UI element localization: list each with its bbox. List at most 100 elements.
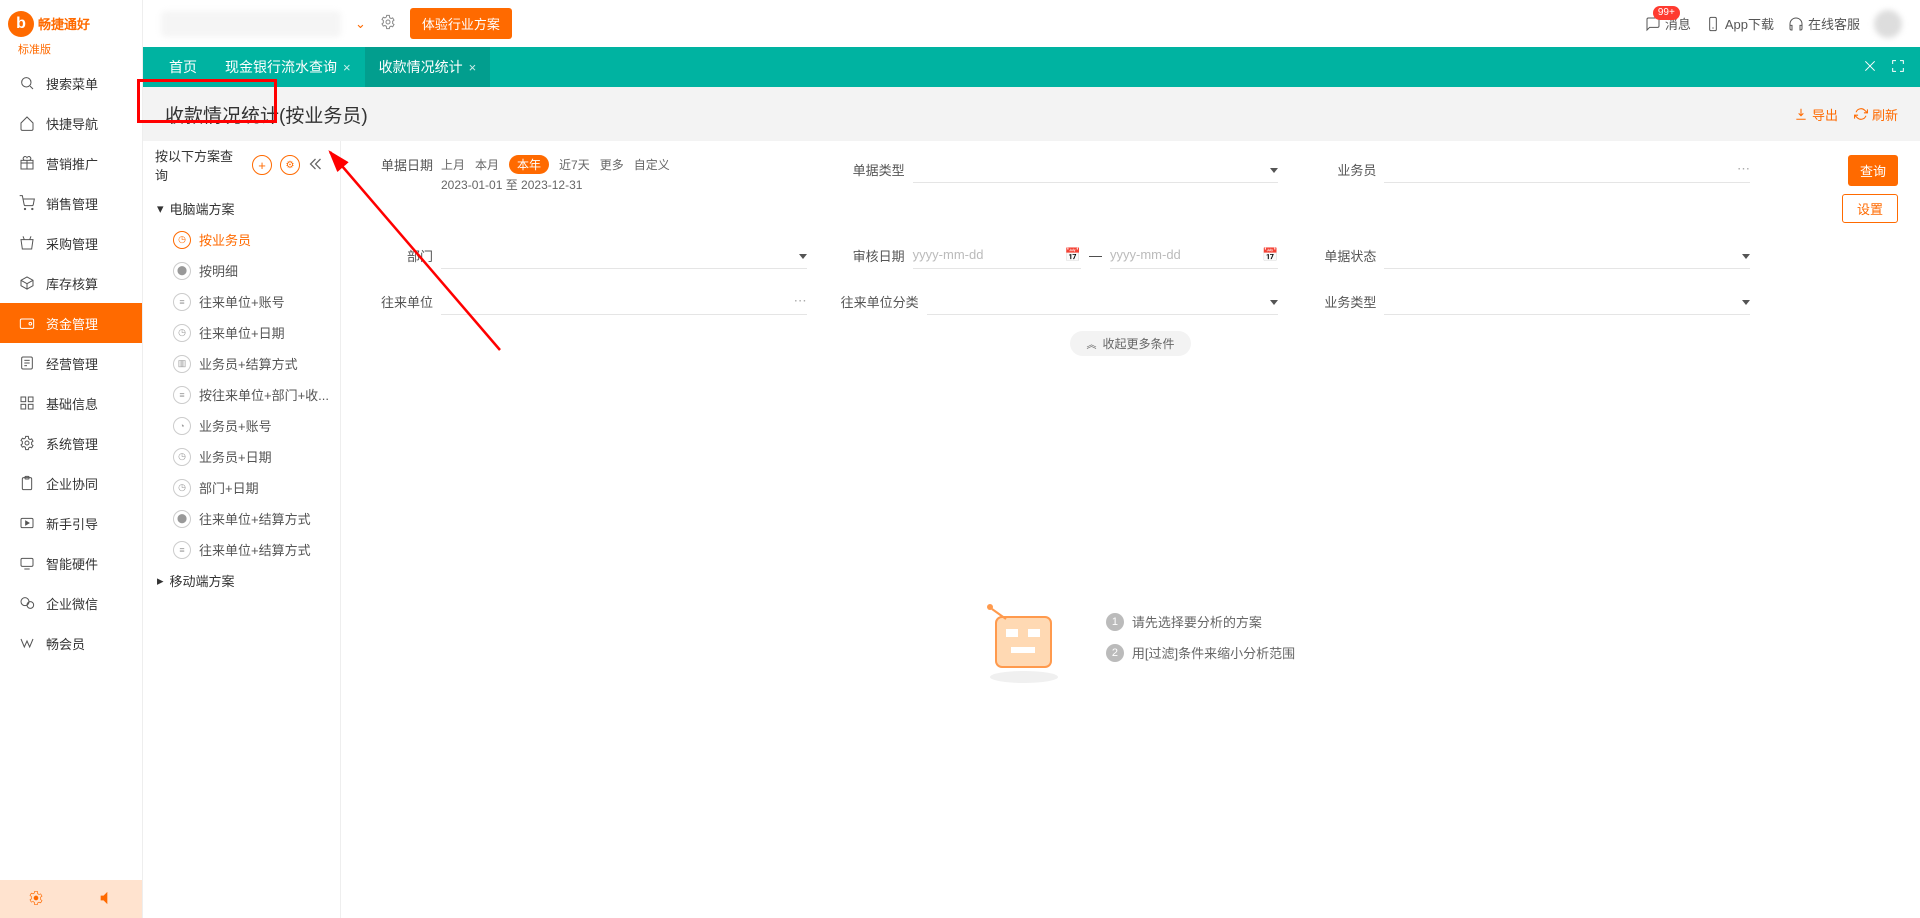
vip-icon	[18, 634, 36, 652]
scheme-group[interactable]: ▾电脑端方案	[143, 193, 340, 224]
support-link[interactable]: 在线客服	[1788, 14, 1860, 33]
wallet-icon	[18, 314, 36, 332]
box-icon	[18, 274, 36, 292]
nav-doc[interactable]: 经营管理	[0, 343, 142, 383]
clock-icon: ◷	[173, 479, 191, 497]
scheme-item[interactable]: ⬤按明细	[143, 255, 340, 286]
nav-play[interactable]: 新手引导	[0, 503, 142, 543]
calendar-icon[interactable]: 📅	[1262, 247, 1278, 263]
settings-icon[interactable]	[28, 890, 44, 909]
calendar-icon[interactable]: 📅	[1065, 247, 1081, 263]
doc-icon	[18, 354, 36, 372]
org-caret-icon[interactable]: ⌄	[355, 16, 366, 32]
scheme-item[interactable]: ◷按业务员	[143, 224, 340, 255]
salesman-label: 业务员	[1306, 160, 1376, 179]
list-icon: ≡	[173, 541, 191, 559]
date-tab[interactable]: 上月	[441, 156, 465, 173]
search-icon	[18, 74, 36, 92]
more-icon[interactable]: ⋯	[1737, 161, 1750, 177]
scheme-item[interactable]: ◔业务员+账号	[143, 410, 340, 441]
bar-icon: ▥	[173, 355, 191, 373]
tab-首页[interactable]: 首页	[155, 47, 211, 87]
nav-gear[interactable]: 系统管理	[0, 423, 142, 463]
scheme-item[interactable]: ≡往来单位+结算方式	[143, 534, 340, 565]
play-icon	[18, 514, 36, 532]
partner-cat-label: 往来单位分类	[835, 292, 919, 311]
date-tab[interactable]: 本月	[475, 156, 499, 173]
messages-link[interactable]: 99+ 消息	[1645, 14, 1691, 33]
partner-input[interactable]: ⋯	[441, 287, 807, 315]
salesman-input[interactable]: ⋯	[1384, 155, 1750, 183]
tab-现金银行流水查询[interactable]: 现金银行流水查询×	[211, 47, 365, 87]
partner-cat-select[interactable]	[927, 287, 1279, 315]
add-scheme-button[interactable]: +	[252, 155, 272, 175]
bill-status-select[interactable]	[1384, 241, 1750, 269]
date-tab[interactable]: 更多	[600, 156, 624, 173]
nav-gift[interactable]: 营销推广	[0, 143, 142, 183]
scheme-item[interactable]: ⬤往来单位+结算方式	[143, 503, 340, 534]
nav-wallet[interactable]: 资金管理	[0, 303, 142, 343]
brand-name: 畅捷通好	[38, 14, 90, 33]
caret-down-icon	[1742, 300, 1750, 305]
scheme-item[interactable]: ◷业务员+日期	[143, 441, 340, 472]
page-title: 收款情况统计(按业务员)	[165, 101, 368, 128]
scheme-settings-button[interactable]: ⚙	[280, 155, 300, 175]
tab-收款情况统计[interactable]: 收款情况统计×	[365, 47, 491, 87]
scheme-item[interactable]: ◷部门+日期	[143, 472, 340, 503]
audit-date-to[interactable]: yyyy-mm-dd📅	[1110, 241, 1278, 269]
biz-type-select[interactable]	[1384, 287, 1750, 315]
nav-box[interactable]: 库存核算	[0, 263, 142, 303]
bill-date-label: 单据日期	[363, 155, 433, 193]
date-separator: —	[1089, 248, 1102, 263]
chevron-up-icon: ︽	[1086, 336, 1096, 351]
more-icon[interactable]: ⋯	[794, 293, 807, 309]
nav-clip[interactable]: 企业协同	[0, 463, 142, 503]
bill-type-label: 单据类型	[835, 160, 905, 179]
nav-vip[interactable]: 畅会员	[0, 623, 142, 663]
empty-step-2: 2 用[过滤]条件来缩小分析范围	[1106, 643, 1295, 662]
audit-date-from[interactable]: yyyy-mm-dd📅	[913, 241, 1081, 269]
org-selector[interactable]	[161, 11, 341, 37]
nav-wechat[interactable]: 企业微信	[0, 583, 142, 623]
export-button[interactable]: 导出	[1794, 105, 1838, 124]
partner-label: 往来单位	[363, 292, 433, 311]
scheme-item[interactable]: ≡按往来单位+部门+收...	[143, 379, 340, 410]
gear-icon	[18, 434, 36, 452]
date-tab[interactable]: 近7天	[559, 156, 590, 173]
collapse-panel-icon[interactable]	[308, 154, 328, 177]
collapse-filters-button[interactable]: ︽ 收起更多条件	[1070, 331, 1190, 356]
org-settings-icon[interactable]	[380, 14, 396, 33]
list-icon: ≡	[173, 293, 191, 311]
scheme-group[interactable]: ▸移动端方案	[143, 565, 340, 596]
scheme-item[interactable]: ≡往来单位+账号	[143, 286, 340, 317]
close-icon[interactable]: ×	[343, 60, 351, 75]
date-tab[interactable]: 自定义	[634, 156, 670, 173]
scheme-item[interactable]: ◷往来单位+日期	[143, 317, 340, 348]
refresh-button[interactable]: 刷新	[1854, 105, 1898, 124]
close-icon[interactable]: ×	[469, 60, 477, 75]
caret-icon: ▾	[157, 201, 164, 217]
nav-grid[interactable]: 基础信息	[0, 383, 142, 423]
nav-search[interactable]: 搜索菜单	[0, 63, 142, 103]
caret-icon: ▸	[157, 573, 164, 589]
app-download-link[interactable]: App下载	[1705, 14, 1774, 33]
avatar[interactable]	[1874, 10, 1902, 38]
nav-home[interactable]: 快捷导航	[0, 103, 142, 143]
date-tab[interactable]: 本年	[509, 155, 549, 174]
trial-button[interactable]: 体验行业方案	[410, 8, 512, 39]
filter-settings-button[interactable]: 设置	[1842, 194, 1898, 223]
sound-icon[interactable]	[99, 890, 115, 909]
close-all-icon[interactable]	[1862, 58, 1878, 77]
scheme-item[interactable]: ▥业务员+结算方式	[143, 348, 340, 379]
query-button[interactable]: 查询	[1848, 155, 1898, 186]
fullscreen-icon[interactable]	[1890, 58, 1906, 77]
audit-date-label: 审核日期	[835, 246, 905, 265]
wechat-icon	[18, 594, 36, 612]
nav-cart[interactable]: 销售管理	[0, 183, 142, 223]
department-select[interactable]	[441, 241, 807, 269]
nav-bag[interactable]: 采购管理	[0, 223, 142, 263]
caret-down-icon	[799, 254, 807, 259]
clip-icon	[18, 474, 36, 492]
bill-type-select[interactable]	[913, 155, 1279, 183]
nav-tv[interactable]: 智能硬件	[0, 543, 142, 583]
